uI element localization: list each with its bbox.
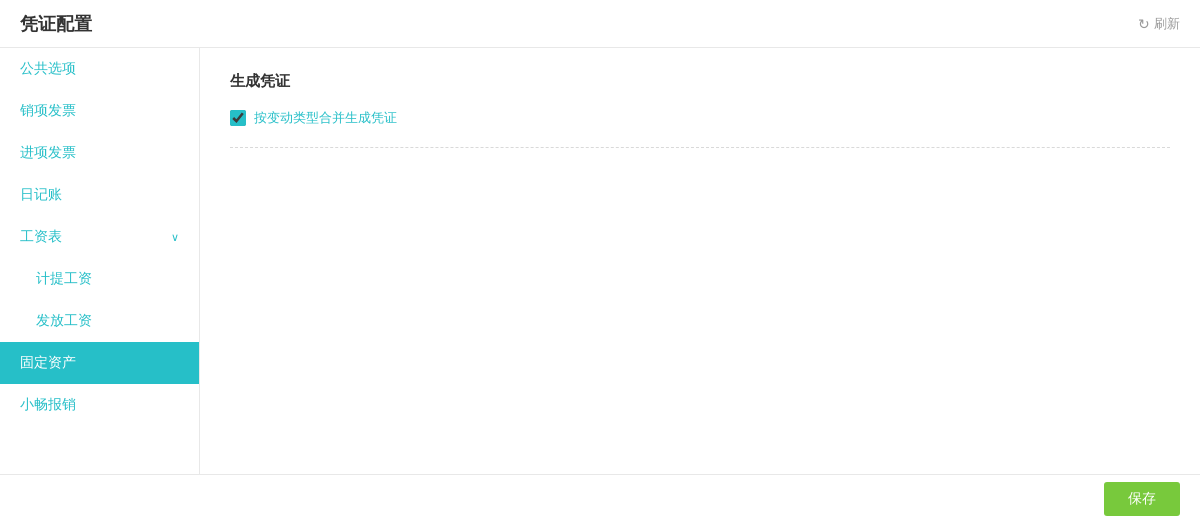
sidebar-item-pay-salary[interactable]: 发放工资: [0, 300, 199, 342]
main-content: 生成凭证 按变动类型合并生成凭证: [200, 48, 1200, 474]
sidebar-item-label: 进项发票: [20, 144, 76, 162]
sidebar-item-label: 销项发票: [20, 102, 76, 120]
sidebar-item-label: 发放工资: [36, 312, 92, 330]
sidebar-item-public[interactable]: 公共选项: [0, 48, 199, 90]
layout: 公共选项 销项发票 进项发票 日记账 工资表 ∨ 计提工资 发放工资 固定资产 …: [0, 48, 1200, 474]
refresh-button[interactable]: ↻ 刷新: [1138, 15, 1180, 33]
sidebar-item-label: 公共选项: [20, 60, 76, 78]
checkbox-label[interactable]: 按变动类型合并生成凭证: [254, 109, 397, 127]
sidebar-item-sales-invoice[interactable]: 销项发票: [0, 90, 199, 132]
refresh-icon: ↻: [1138, 16, 1150, 32]
header: 凭证配置 ↻ 刷新: [0, 0, 1200, 48]
sidebar-item-label: 日记账: [20, 186, 62, 204]
merge-by-type-checkbox[interactable]: [230, 110, 246, 126]
sidebar: 公共选项 销项发票 进项发票 日记账 工资表 ∨ 计提工资 发放工资 固定资产 …: [0, 48, 200, 474]
checkbox-row: 按变动类型合并生成凭证: [230, 109, 1170, 127]
sidebar-item-journal[interactable]: 日记账: [0, 174, 199, 216]
sidebar-item-label: 工资表: [20, 228, 62, 246]
chevron-down-icon: ∨: [171, 231, 179, 244]
sidebar-item-payroll[interactable]: 工资表 ∨: [0, 216, 199, 258]
footer: 保存: [0, 474, 1200, 522]
sidebar-item-calc-salary[interactable]: 计提工资: [0, 258, 199, 300]
sidebar-item-label: 计提工资: [36, 270, 92, 288]
save-button[interactable]: 保存: [1104, 482, 1180, 516]
section-title: 生成凭证: [230, 72, 1170, 91]
refresh-label: 刷新: [1154, 15, 1180, 33]
sidebar-item-expense[interactable]: 小畅报销: [0, 384, 199, 426]
sidebar-item-purchase-invoice[interactable]: 进项发票: [0, 132, 199, 174]
divider: [230, 147, 1170, 148]
sidebar-item-label: 小畅报销: [20, 396, 76, 414]
sidebar-item-label: 固定资产: [20, 354, 76, 372]
sidebar-item-fixed-assets[interactable]: 固定资产: [0, 342, 199, 384]
page-title: 凭证配置: [20, 12, 92, 36]
